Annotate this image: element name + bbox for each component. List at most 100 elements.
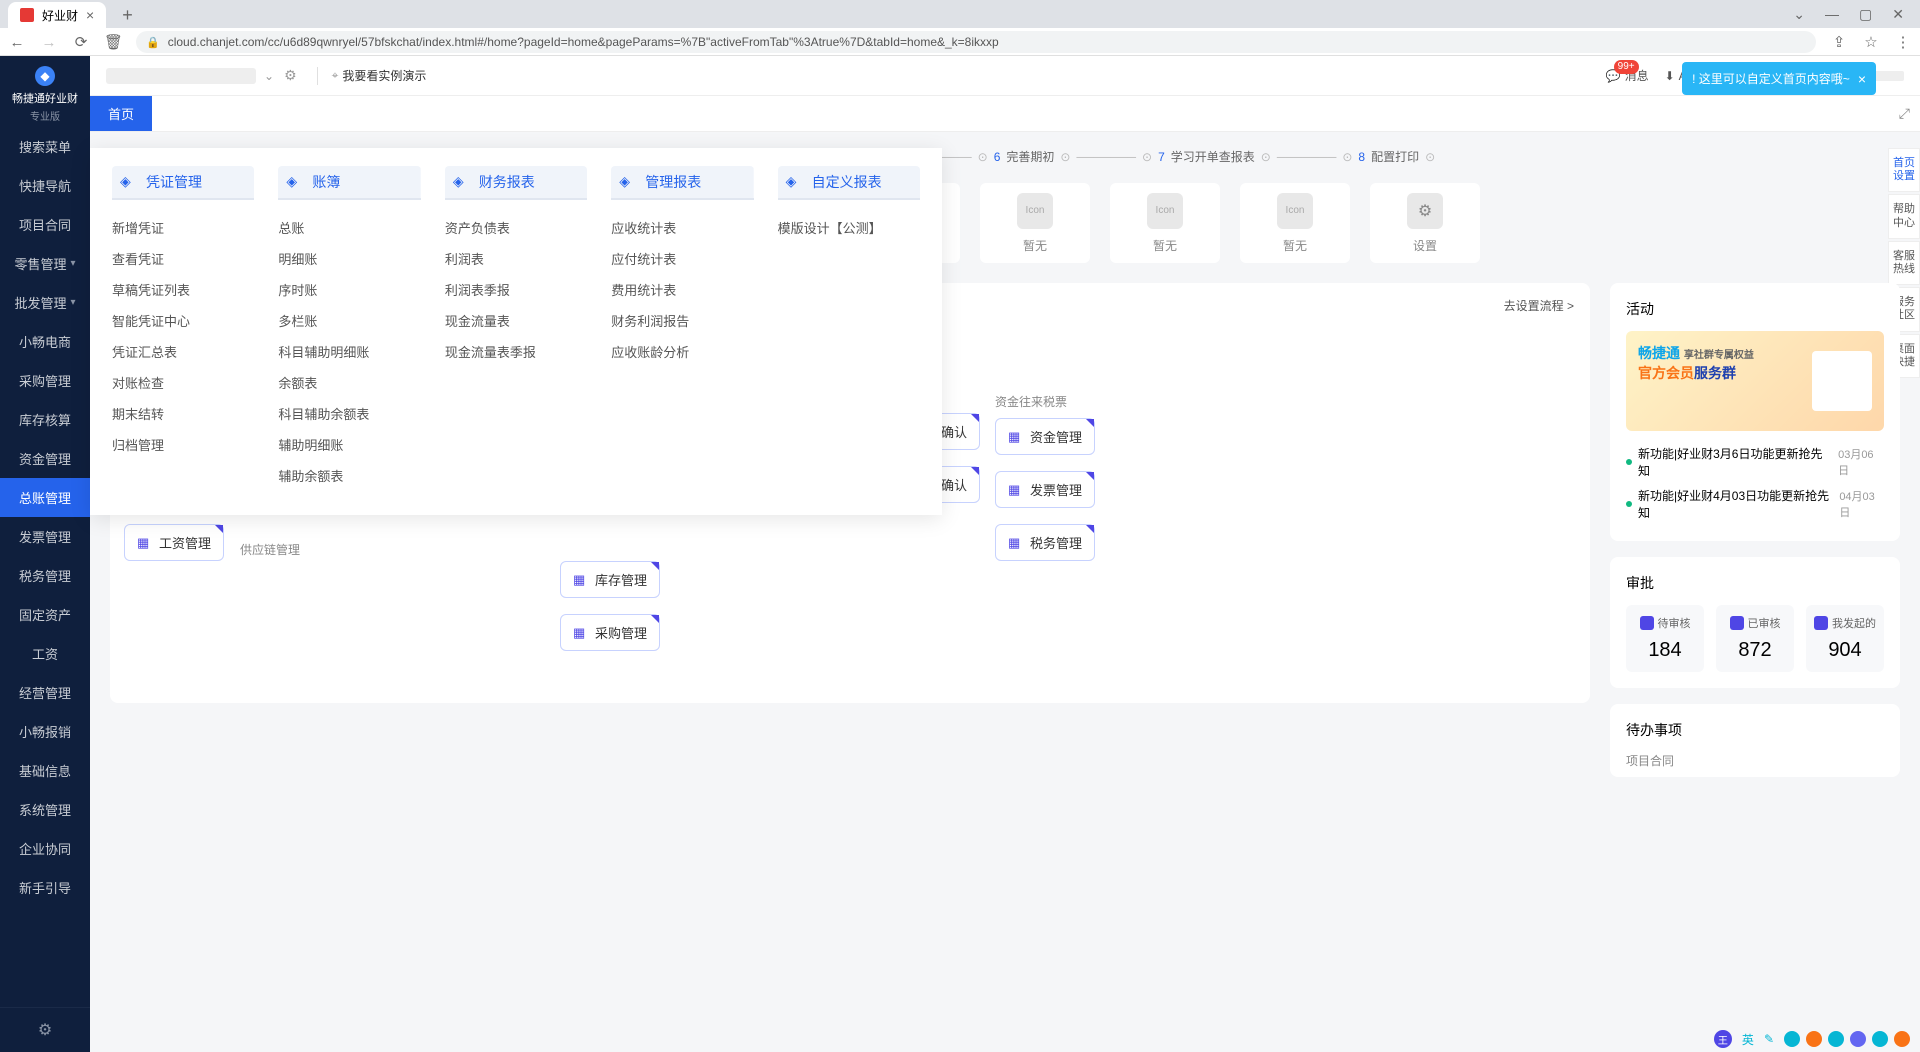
menu-item[interactable]: 科目辅助余额表 bbox=[278, 398, 420, 429]
news-item[interactable]: 新功能|好业财4月03日功能更新抢先知04月03日 bbox=[1626, 483, 1884, 525]
address-bar[interactable]: 🔒 cloud.chanjet.com/cc/u6d89qwnryel/57bf… bbox=[136, 31, 1816, 53]
shortcut-box[interactable]: Icon暂无 bbox=[1240, 183, 1350, 263]
menu-item[interactable]: 查看凭证 bbox=[112, 243, 254, 274]
sidebar-item[interactable]: 经营管理 bbox=[0, 673, 90, 712]
menu-item[interactable]: 费用统计表 bbox=[611, 274, 753, 305]
sidebar-item[interactable]: 小畅报销 bbox=[0, 712, 90, 751]
flow-node-fund[interactable]: ▦资金管理 bbox=[995, 418, 1095, 455]
tray-circle-icon[interactable] bbox=[1872, 1031, 1888, 1047]
menu-item[interactable]: 财务利润报告 bbox=[611, 305, 753, 336]
menu-icon[interactable]: ⋮ bbox=[1894, 33, 1912, 51]
menu-item[interactable]: 多栏账 bbox=[278, 305, 420, 336]
flow-node-inventory[interactable]: ▦库存管理 bbox=[560, 561, 660, 598]
sidebar-item[interactable]: 采购管理 bbox=[0, 361, 90, 400]
sidebar-item[interactable]: 批发管理▾ bbox=[0, 283, 90, 322]
shortcut-box[interactable]: ⚙设置 bbox=[1370, 183, 1480, 263]
menu-item[interactable]: 辅助余额表 bbox=[278, 460, 420, 491]
sidebar-settings-icon[interactable]: ⚙ bbox=[0, 1007, 90, 1052]
ime-indicator[interactable]: 英 bbox=[1742, 1031, 1754, 1048]
approval-stat[interactable]: 我发起的904 bbox=[1806, 605, 1884, 672]
menu-item[interactable]: 归档管理 bbox=[112, 429, 254, 460]
news-item[interactable]: 新功能|好业财3月6日功能更新抢先知03月06日 bbox=[1626, 441, 1884, 483]
shortcut-box[interactable]: Icon暂无 bbox=[1110, 183, 1220, 263]
menu-item[interactable]: 利润表季报 bbox=[445, 274, 587, 305]
shortcut-box[interactable]: Icon暂无 bbox=[980, 183, 1090, 263]
menu-item[interactable]: 辅助明细账 bbox=[278, 429, 420, 460]
sidebar-item[interactable]: 快捷导航 bbox=[0, 166, 90, 205]
menu-item[interactable]: 智能凭证中心 bbox=[112, 305, 254, 336]
trash-icon[interactable]: 🗑 bbox=[104, 33, 122, 51]
share-icon[interactable]: ⇪ bbox=[1830, 33, 1848, 51]
browser-chrome: 好业财 × + ⌄ — ▢ ✕ ← → ⟳ 🗑 🔒 cloud.chanjet.… bbox=[0, 0, 1920, 56]
approval-stat[interactable]: 已审核872 bbox=[1716, 605, 1794, 672]
menu-item[interactable]: 期末结转 bbox=[112, 398, 254, 429]
fullscreen-icon[interactable]: ⤢ bbox=[1899, 105, 1910, 122]
tab-home[interactable]: 首页 bbox=[90, 96, 152, 131]
menu-item[interactable]: 应收统计表 bbox=[611, 212, 753, 243]
sidebar-item[interactable]: 基础信息 bbox=[0, 751, 90, 790]
topbar-message[interactable]: 99+💬消息 bbox=[1606, 67, 1649, 84]
close-window-icon[interactable]: ✕ bbox=[1892, 6, 1904, 23]
menu-item[interactable]: 科目辅助明细账 bbox=[278, 336, 420, 367]
menu-item[interactable]: 现金流量表季报 bbox=[445, 336, 587, 367]
reload-icon[interactable]: ⟳ bbox=[72, 33, 90, 51]
back-icon[interactable]: ← bbox=[8, 34, 26, 51]
sidebar-item[interactable]: 发票管理 bbox=[0, 517, 90, 556]
activity-banner[interactable]: 畅捷通 享社群专属权益 官方会员服务群 bbox=[1626, 331, 1884, 431]
menu-item[interactable]: 资产负债表 bbox=[445, 212, 587, 243]
flow-node-purchase[interactable]: ▦采购管理 bbox=[560, 614, 660, 651]
tab-close-icon[interactable]: × bbox=[86, 7, 94, 23]
sidebar-item[interactable]: 库存核算 bbox=[0, 400, 90, 439]
menu-item[interactable]: 现金流量表 bbox=[445, 305, 587, 336]
tray-circle-icon[interactable] bbox=[1850, 1031, 1866, 1047]
flow-node-tax[interactable]: ▦税务管理 bbox=[995, 524, 1095, 561]
flow-group-supply: 供应链管理 bbox=[240, 541, 300, 566]
tray-icon[interactable]: ✎ bbox=[1764, 1032, 1774, 1046]
sidebar-item[interactable]: 系统管理 bbox=[0, 790, 90, 829]
sidebar-item[interactable]: 项目合同 bbox=[0, 205, 90, 244]
menu-item[interactable]: 应付统计表 bbox=[611, 243, 753, 274]
tip-close-icon[interactable]: × bbox=[1858, 71, 1866, 87]
demo-link[interactable]: ⌖ 我要看实例演示 bbox=[332, 67, 427, 84]
menu-item[interactable]: 余额表 bbox=[278, 367, 420, 398]
menu-item[interactable]: 序时账 bbox=[278, 274, 420, 305]
tray-circle-icon[interactable] bbox=[1806, 1031, 1822, 1047]
flow-settings-link[interactable]: 去设置流程 > bbox=[1504, 297, 1574, 314]
chevron-down-icon[interactable]: ⌄ bbox=[264, 69, 274, 83]
tray-circle-icon[interactable] bbox=[1894, 1031, 1910, 1047]
sidebar-item[interactable]: 企业协同 bbox=[0, 829, 90, 868]
new-tab-button[interactable]: + bbox=[116, 3, 139, 28]
menu-item[interactable]: 对账检查 bbox=[112, 367, 254, 398]
menu-item[interactable]: 草稿凭证列表 bbox=[112, 274, 254, 305]
sidebar-item[interactable]: 工资 bbox=[0, 634, 90, 673]
sidebar-item[interactable]: 固定资产 bbox=[0, 595, 90, 634]
dropdown-icon[interactable]: ⌄ bbox=[1793, 6, 1805, 23]
sidebar-item[interactable]: 搜索菜单 bbox=[0, 127, 90, 166]
star-icon[interactable]: ☆ bbox=[1862, 33, 1880, 51]
gear-icon[interactable]: ⚙ bbox=[284, 67, 297, 84]
menu-item[interactable]: 模版设计【公测】 bbox=[778, 212, 920, 243]
menu-item[interactable]: 利润表 bbox=[445, 243, 587, 274]
tray-app-icon[interactable]: 王 bbox=[1714, 1030, 1732, 1048]
sidebar-item[interactable]: 总账管理 bbox=[0, 478, 90, 517]
maximize-icon[interactable]: ▢ bbox=[1859, 6, 1872, 23]
sidebar-item[interactable]: 税务管理 bbox=[0, 556, 90, 595]
sidebar-item[interactable]: 小畅电商 bbox=[0, 322, 90, 361]
sidebar-item[interactable]: 新手引导 bbox=[0, 868, 90, 907]
menu-item[interactable]: 新增凭证 bbox=[112, 212, 254, 243]
sidebar-item[interactable]: 零售管理▾ bbox=[0, 244, 90, 283]
menu-item[interactable]: 总账 bbox=[278, 212, 420, 243]
menu-item[interactable]: 凭证汇总表 bbox=[112, 336, 254, 367]
browser-tab[interactable]: 好业财 × bbox=[8, 2, 106, 28]
menu-item[interactable]: 应收账龄分析 bbox=[611, 336, 753, 367]
minimize-icon[interactable]: — bbox=[1825, 6, 1839, 23]
sidebar-item[interactable]: 资金管理 bbox=[0, 439, 90, 478]
menu-item[interactable]: 明细账 bbox=[278, 243, 420, 274]
approval-stat[interactable]: 待审核184 bbox=[1626, 605, 1704, 672]
flow-node-salary[interactable]: ▦工资管理 bbox=[124, 524, 224, 561]
tray-circle-icon[interactable] bbox=[1784, 1031, 1800, 1047]
flow-node-invoice[interactable]: ▦发票管理 bbox=[995, 471, 1095, 508]
tray-circle-icon[interactable] bbox=[1828, 1031, 1844, 1047]
forward-icon[interactable]: → bbox=[40, 34, 58, 51]
org-dropdown[interactable] bbox=[106, 68, 256, 84]
